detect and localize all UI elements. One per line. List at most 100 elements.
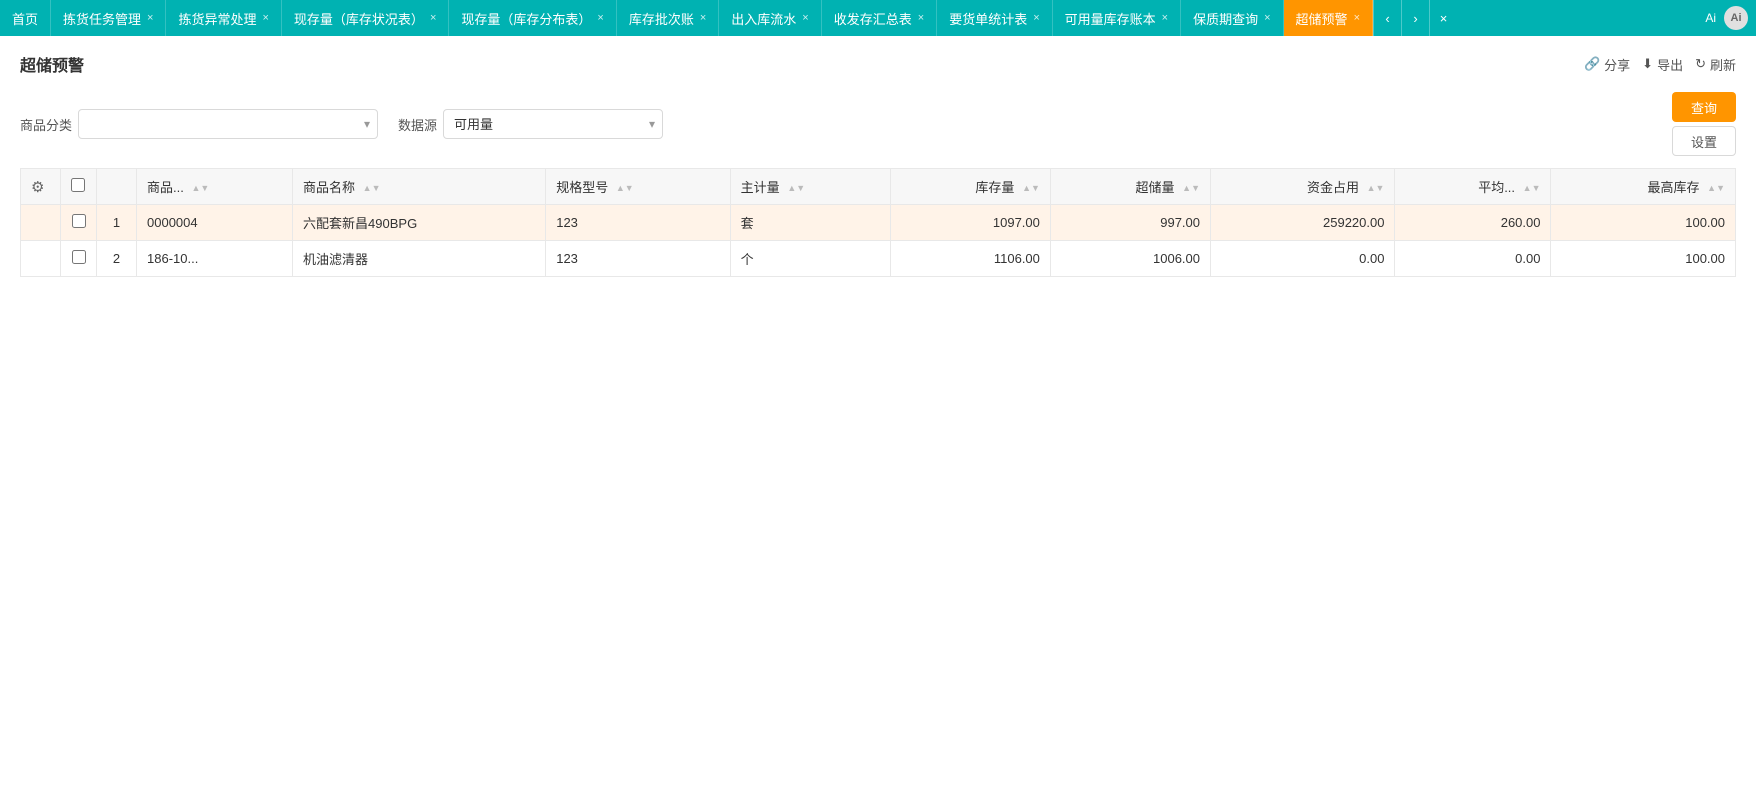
nav-tab-10[interactable]: 保质期查询 × bbox=[1181, 0, 1283, 36]
nav-tab-6-close[interactable]: × bbox=[802, 12, 808, 24]
row-stock-1: 1106.00 bbox=[890, 241, 1050, 277]
th-max-stock[interactable]: 最高库存 ▲▼ bbox=[1551, 169, 1736, 205]
th-stock-label: 库存量 bbox=[975, 180, 1014, 195]
row-unit-1: 个 bbox=[730, 241, 890, 277]
row-overstock-0: 997.00 bbox=[1050, 205, 1210, 241]
row-product-name-1: 机油滤清器 bbox=[293, 241, 546, 277]
nav-tab-1-close[interactable]: × bbox=[147, 12, 153, 24]
top-nav: 首页 拣货任务管理 × 拣货异常处理 × 现存量（库存状况表） × 现存量（库存… bbox=[0, 0, 1756, 36]
category-select[interactable] bbox=[78, 109, 378, 139]
export-button[interactable]: ⬇ 导出 bbox=[1642, 55, 1683, 74]
nav-tab-6-label: 出入库流水 bbox=[731, 9, 796, 28]
nav-tab-3[interactable]: 现存量（库存状况表） × bbox=[282, 0, 449, 36]
nav-tab-1[interactable]: 拣货任务管理 × bbox=[51, 0, 166, 36]
share-button[interactable]: 🔗 分享 bbox=[1584, 55, 1630, 74]
nav-tab-9-close[interactable]: × bbox=[1162, 12, 1168, 24]
nav-tab-7-close[interactable]: × bbox=[918, 12, 924, 24]
settings-button[interactable]: 设置 bbox=[1672, 126, 1736, 156]
nav-tab-7[interactable]: 收发存汇总表 × bbox=[822, 0, 937, 36]
row-checkbox-0[interactable] bbox=[72, 214, 86, 228]
table-header: ⚙ 商品... ▲▼ 商品名称 ▲▼ 规格型号 ▲▼ bbox=[21, 169, 1736, 205]
filter-row: 商品分类 数据源 可用量 库存量 查询 设置 bbox=[20, 92, 1736, 156]
datasource-filter: 数据源 可用量 库存量 bbox=[398, 109, 663, 139]
avatar[interactable]: Ai bbox=[1724, 6, 1748, 30]
nav-arrow-left[interactable]: ‹ bbox=[1373, 0, 1401, 36]
th-product-name[interactable]: 商品名称 ▲▼ bbox=[293, 169, 546, 205]
sort-icon-code: ▲▼ bbox=[191, 184, 209, 193]
nav-tab-active-close[interactable]: × bbox=[1354, 12, 1360, 24]
nav-tab-10-label: 保质期查询 bbox=[1193, 9, 1258, 28]
nav-tab-8[interactable]: 要货单统计表 × bbox=[937, 0, 1052, 36]
th-overstock[interactable]: 超储量 ▲▼ bbox=[1050, 169, 1210, 205]
row-product-code-1: 186-10... bbox=[137, 241, 293, 277]
nav-tab-6[interactable]: 出入库流水 × bbox=[719, 0, 821, 36]
nav-tab-2[interactable]: 拣货异常处理 × bbox=[166, 0, 281, 36]
th-gear[interactable]: ⚙ bbox=[21, 169, 61, 205]
row-index-0: 1 bbox=[97, 205, 137, 241]
row-unit-0: 套 bbox=[730, 205, 890, 241]
th-unit[interactable]: 主计量 ▲▼ bbox=[730, 169, 890, 205]
row-overstock-1: 1006.00 bbox=[1050, 241, 1210, 277]
query-button[interactable]: 查询 bbox=[1672, 92, 1736, 122]
nav-tab-4-close[interactable]: × bbox=[597, 12, 603, 24]
nav-tab-active[interactable]: 超储预警 × bbox=[1284, 0, 1373, 36]
top-right-area: Ai Ai bbox=[1705, 6, 1756, 30]
th-capital-label: 资金占用 bbox=[1307, 180, 1359, 195]
nav-tab-2-label: 拣货异常处理 bbox=[178, 9, 256, 28]
sort-icon-capital: ▲▼ bbox=[1367, 184, 1385, 193]
th-product-code-label: 商品... bbox=[147, 180, 184, 195]
nav-tab-4[interactable]: 现存量（库存分布表） × bbox=[449, 0, 616, 36]
category-select-wrapper bbox=[78, 109, 378, 139]
nav-tab-9-label: 可用量库存账本 bbox=[1065, 9, 1156, 28]
gear-icon[interactable]: ⚙ bbox=[31, 179, 44, 196]
page-header: 超储预警 🔗 分享 ⬇ 导出 ↻ 刷新 bbox=[20, 52, 1736, 76]
th-spec[interactable]: 规格型号 ▲▼ bbox=[546, 169, 730, 205]
nav-tab-8-close[interactable]: × bbox=[1033, 12, 1039, 24]
row-avg-1: 0.00 bbox=[1395, 241, 1551, 277]
nav-tab-5-close[interactable]: × bbox=[700, 12, 706, 24]
row-spec-1: 123 bbox=[546, 241, 730, 277]
header-actions: 🔗 分享 ⬇ 导出 ↻ 刷新 bbox=[1584, 55, 1736, 74]
table-row: 2 186-10... 机油滤清器 123 个 1106.00 1006.00 … bbox=[21, 241, 1736, 277]
sort-icon-avg: ▲▼ bbox=[1523, 184, 1541, 193]
nav-tab-home[interactable]: 首页 bbox=[0, 0, 51, 36]
nav-tab-10-close[interactable]: × bbox=[1264, 12, 1270, 24]
data-table: ⚙ 商品... ▲▼ 商品名称 ▲▼ 规格型号 ▲▼ bbox=[20, 168, 1736, 277]
row-checkbox-1[interactable] bbox=[72, 250, 86, 264]
select-all-checkbox[interactable] bbox=[71, 178, 85, 192]
th-avg[interactable]: 平均... ▲▼ bbox=[1395, 169, 1551, 205]
nav-tab-7-label: 收发存汇总表 bbox=[834, 9, 912, 28]
nav-arrow-right[interactable]: › bbox=[1401, 0, 1429, 36]
filter-buttons: 查询 设置 bbox=[1672, 92, 1736, 156]
nav-tab-1-label: 拣货任务管理 bbox=[63, 9, 141, 28]
th-index bbox=[97, 169, 137, 205]
datasource-select[interactable]: 可用量 库存量 bbox=[443, 109, 663, 139]
nav-arrow-close[interactable]: × bbox=[1429, 0, 1457, 36]
nav-tab-active-label: 超储预警 bbox=[1296, 9, 1348, 28]
sort-icon-stock: ▲▼ bbox=[1022, 184, 1040, 193]
th-overstock-label: 超储量 bbox=[1136, 180, 1175, 195]
row-capital-0: 259220.00 bbox=[1211, 205, 1395, 241]
th-unit-label: 主计量 bbox=[741, 180, 780, 195]
th-checkbox[interactable] bbox=[61, 169, 97, 205]
nav-tab-5[interactable]: 库存批次账 × bbox=[617, 0, 719, 36]
nav-tab-3-close[interactable]: × bbox=[430, 12, 436, 24]
refresh-label: 刷新 bbox=[1710, 55, 1736, 74]
sort-icon-overstock: ▲▼ bbox=[1182, 184, 1200, 193]
row-capital-1: 0.00 bbox=[1211, 241, 1395, 277]
user-label: Ai bbox=[1705, 11, 1716, 25]
refresh-button[interactable]: ↻ 刷新 bbox=[1695, 55, 1736, 74]
nav-tab-9[interactable]: 可用量库存账本 × bbox=[1053, 0, 1181, 36]
row-checkbox-cell[interactable] bbox=[61, 241, 97, 277]
nav-tab-2-close[interactable]: × bbox=[262, 12, 268, 24]
th-product-code[interactable]: 商品... ▲▼ bbox=[137, 169, 293, 205]
row-gear-cell bbox=[21, 205, 61, 241]
sort-icon-spec: ▲▼ bbox=[616, 184, 634, 193]
row-checkbox-cell[interactable] bbox=[61, 205, 97, 241]
table-row: 1 0000004 六配套新昌490BPG 123 套 1097.00 997.… bbox=[21, 205, 1736, 241]
th-capital[interactable]: 资金占用 ▲▼ bbox=[1211, 169, 1395, 205]
row-avg-0: 260.00 bbox=[1395, 205, 1551, 241]
th-stock[interactable]: 库存量 ▲▼ bbox=[890, 169, 1050, 205]
datasource-label: 数据源 bbox=[398, 115, 437, 134]
nav-tab-3-label: 现存量（库存状况表） bbox=[294, 9, 424, 28]
